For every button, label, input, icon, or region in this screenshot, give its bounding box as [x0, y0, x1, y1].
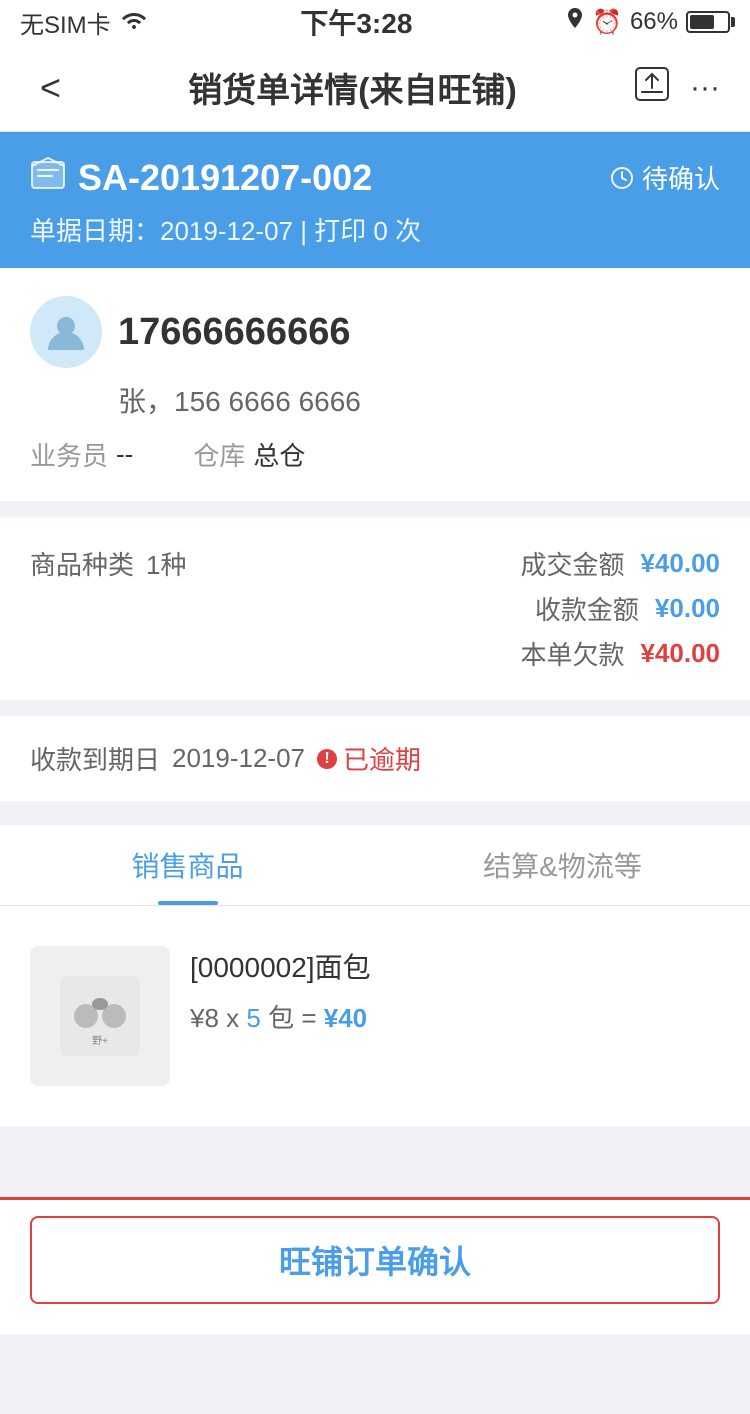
- product-types-label: 商品种类: [30, 545, 134, 582]
- received-amount-label: 收款金额: [535, 590, 639, 627]
- salesperson-value: --: [116, 439, 133, 470]
- order-status-text: 待确认: [642, 159, 720, 196]
- carrier-text: 无SIM卡: [20, 5, 111, 40]
- tab-settlement[interactable]: 结算&物流等: [375, 825, 750, 905]
- order-date-row: 单据日期：2019-12-07 | 打印 0 次: [30, 211, 720, 248]
- battery-icon: [686, 11, 730, 33]
- nav-actions: ···: [634, 66, 720, 110]
- overdue-badge: ! 已逾期: [317, 740, 421, 777]
- order-header: SA-20191207-002 待确认 单据日期：2019-12-07 | 打印…: [0, 132, 750, 268]
- product-types-value: 1种: [146, 545, 186, 582]
- customer-name: 张，156 6666 6666: [30, 380, 720, 420]
- unit-text: 包: [268, 1003, 294, 1033]
- svg-text:野+: 野+: [92, 1035, 108, 1047]
- product-list: 野+ [0000002]面包 ¥8 x 5 包 = ¥40: [0, 906, 750, 1126]
- product-name: [0000002]面包: [190, 946, 720, 986]
- customer-top: 17666666666: [30, 296, 720, 368]
- tab-sales-products[interactable]: 销售商品: [0, 825, 375, 905]
- received-amount-row: 收款金额 ¥0.00: [535, 590, 720, 627]
- received-amount-value: ¥0.00: [655, 593, 720, 624]
- owed-amount-row: 本单欠款 ¥40.00: [520, 635, 720, 672]
- product-thumbnail: 野+: [30, 946, 170, 1086]
- avatar: [30, 296, 102, 368]
- status-bar: 无SIM卡 下午3:28 ⏰ 66%: [0, 0, 750, 44]
- order-icon: [30, 156, 66, 199]
- equals-sign: =: [301, 1003, 323, 1033]
- summary-right: 成交金额 ¥40.00 收款金额 ¥0.00 本单欠款 ¥40.00: [520, 545, 720, 672]
- salesperson-field: 业务员 --: [30, 436, 133, 473]
- location-icon: [566, 8, 584, 37]
- order-id: SA-20191207-002: [78, 157, 372, 199]
- section-divider: [0, 809, 750, 825]
- order-status: 待确认: [610, 159, 720, 196]
- confirm-button[interactable]: 旺铺订单确认: [30, 1216, 720, 1304]
- owed-amount-value: ¥40.00: [640, 638, 720, 669]
- tabs-bar: 销售商品 结算&物流等: [0, 825, 750, 906]
- page-title: 销货单详情(来自旺铺): [188, 63, 517, 112]
- summary-left: 商品种类 1种: [30, 545, 186, 582]
- due-date-value: 2019-12-07: [172, 743, 305, 774]
- due-date-label: 收款到期日: [30, 740, 160, 777]
- warehouse-value: 总仓: [253, 436, 305, 473]
- product-types-row: 商品种类 1种: [30, 545, 186, 582]
- bottom-bar: 旺铺订单确认: [0, 1197, 750, 1334]
- order-header-top: SA-20191207-002 待确认: [30, 156, 720, 199]
- overdue-dot-icon: !: [317, 749, 337, 769]
- customer-meta: 业务员 -- 仓库 总仓: [30, 436, 720, 473]
- deal-amount-label: 成交金额: [520, 545, 624, 582]
- nav-bar: < 销货单详情(来自旺铺) ···: [0, 44, 750, 132]
- battery-text: 66%: [630, 8, 678, 36]
- status-time: 下午3:28: [300, 2, 412, 42]
- deal-amount-row: 成交金额 ¥40.00: [520, 545, 720, 582]
- back-button[interactable]: <: [30, 57, 71, 119]
- product-info: [0000002]面包 ¥8 x 5 包 = ¥40: [190, 946, 720, 1035]
- total-price: ¥40: [324, 1003, 367, 1033]
- more-button[interactable]: ···: [690, 71, 720, 105]
- warehouse-field: 仓库 总仓: [193, 436, 305, 473]
- quantity: 5: [246, 1003, 260, 1033]
- unit-price: ¥8: [190, 1003, 219, 1033]
- alarm-icon: ⏰: [592, 8, 622, 37]
- customer-phone: 17666666666: [118, 311, 350, 354]
- product-price-row: ¥8 x 5 包 = ¥40: [190, 998, 720, 1035]
- due-date-section: 收款到期日 2019-12-07 ! 已逾期: [0, 716, 750, 801]
- status-right: ⏰ 66%: [566, 8, 730, 37]
- warehouse-label: 仓库: [193, 436, 245, 473]
- multiply-sign: x: [226, 1003, 246, 1033]
- deal-amount-value: ¥40.00: [640, 548, 720, 579]
- order-id-row: SA-20191207-002: [30, 156, 372, 199]
- customer-section: 17666666666 张，156 6666 6666 业务员 -- 仓库 总仓: [0, 268, 750, 501]
- summary-section: 商品种类 1种 成交金额 ¥40.00 收款金额 ¥0.00 本单欠款 ¥40.…: [0, 517, 750, 700]
- product-item: 野+ [0000002]面包 ¥8 x 5 包 = ¥40: [30, 926, 720, 1106]
- share-button[interactable]: [634, 66, 670, 110]
- overdue-text: 已逾期: [343, 740, 421, 777]
- owed-amount-label: 本单欠款: [520, 635, 624, 672]
- salesperson-label: 业务员: [30, 436, 108, 473]
- status-left: 无SIM卡: [20, 5, 147, 40]
- wifi-icon: [121, 9, 147, 35]
